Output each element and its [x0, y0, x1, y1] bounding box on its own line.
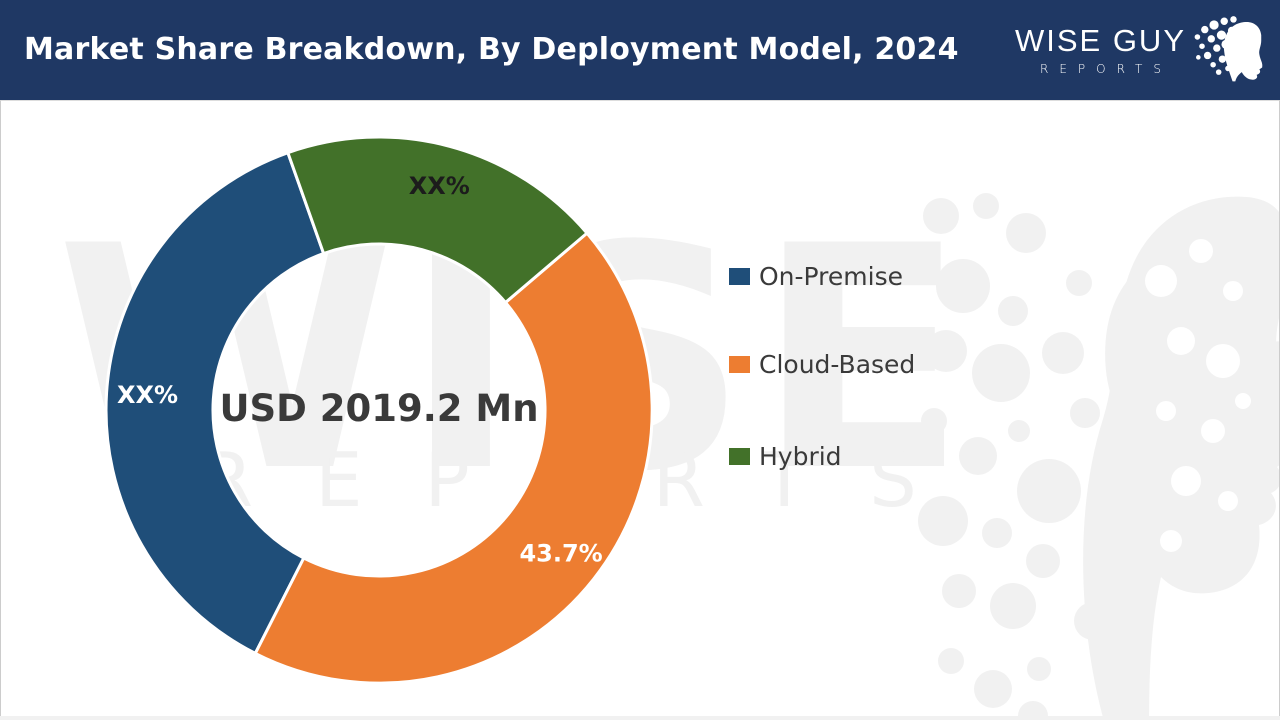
logo-face-icon [1194, 16, 1263, 82]
legend-label-hybrid: Hybrid [759, 441, 842, 471]
donut-center-value: USD 2019.2 Mn [219, 387, 538, 430]
logo-wiseguy-label: WISE GUY [1014, 22, 1186, 58]
legend-label-cloud-based: Cloud-Based [759, 349, 916, 379]
wise-guy-reports-logo: WISE GUY REPORTS [1015, 12, 1264, 86]
legend-swatch-hybrid [729, 447, 750, 465]
page-title: Market Share Breakdown, By Deployment Mo… [24, 32, 959, 67]
legend-label-on-premise: On-Premise [759, 261, 903, 291]
slice-cloud-based [253, 231, 654, 685]
donut-chart: USD 2019.2 Mn XX% 43.7% XX% [104, 135, 654, 685]
logo-reports-label: REPORTS [1039, 61, 1172, 76]
slice-pct-label-hybrid: XX% [409, 172, 470, 200]
legend-item-on-premise: On-Premise [729, 261, 903, 291]
slice-pct-label-cloud-based: 43.7% [519, 540, 602, 568]
legend-item-hybrid: Hybrid [729, 441, 842, 471]
slice-pct-label-on-premise: XX% [117, 381, 178, 409]
header-bar: Market Share Breakdown, By Deployment Mo… [0, 0, 1280, 100]
figure: WISE GUY REPORTS [0, 0, 1280, 720]
legend-swatch-on-premise [729, 267, 750, 285]
legend-swatch-cloud-based [729, 355, 750, 373]
legend-item-cloud-based: Cloud-Based [729, 349, 916, 379]
logo-text: WISE GUY REPORTS [1015, 23, 1186, 76]
